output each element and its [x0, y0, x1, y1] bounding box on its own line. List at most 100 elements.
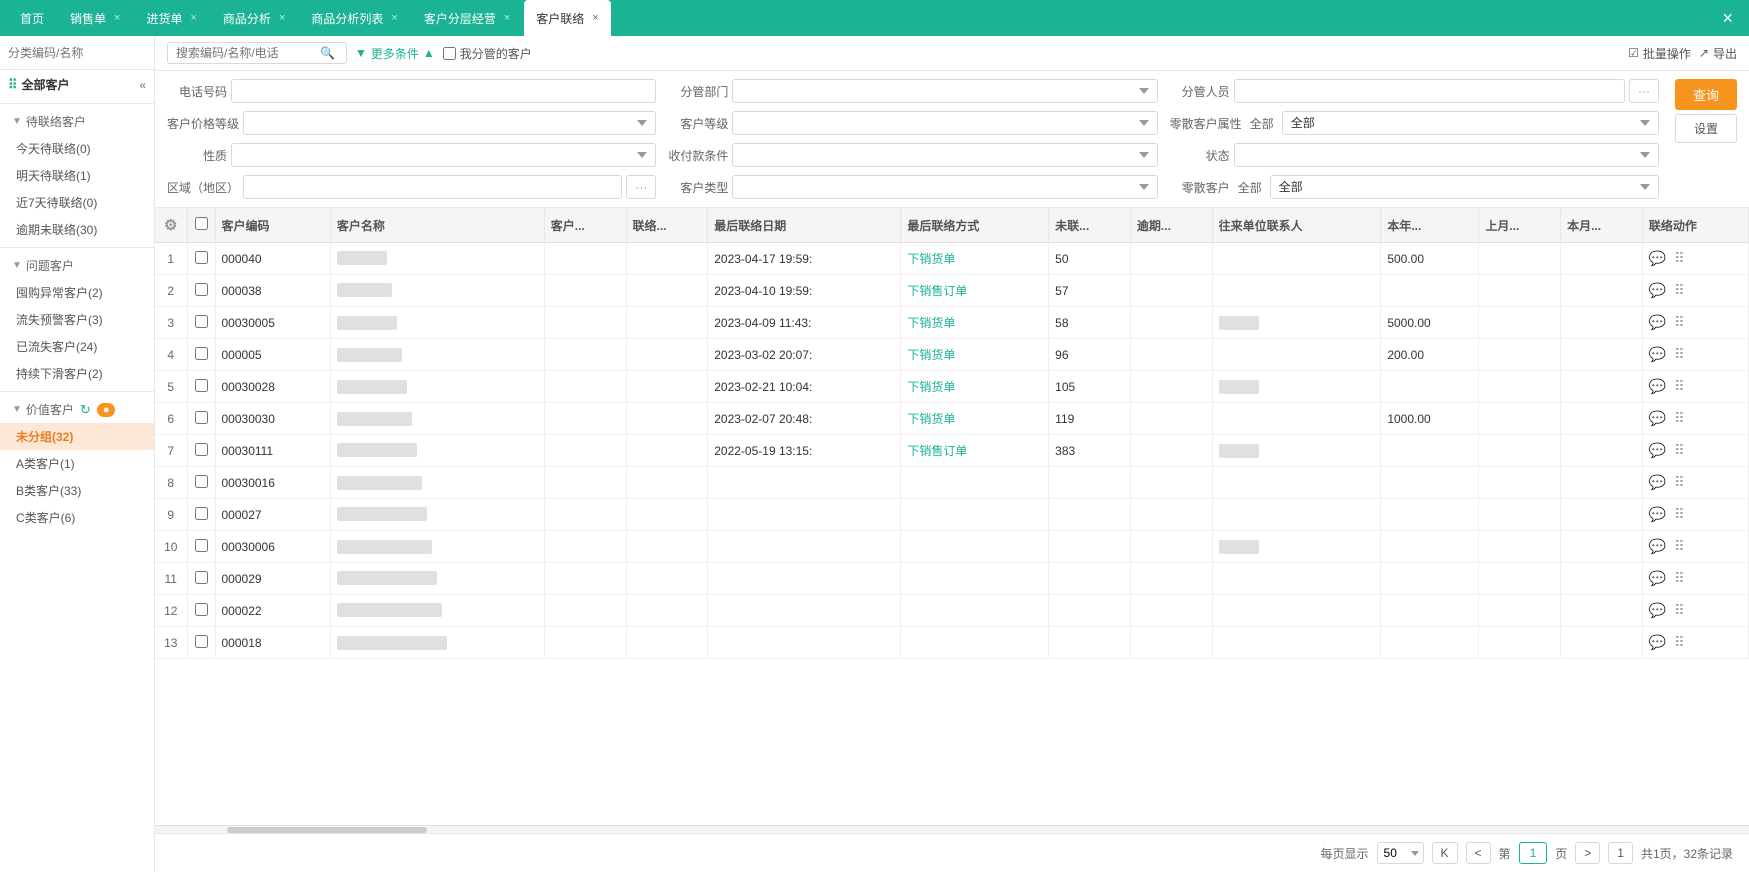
prev-page-btn[interactable]: <: [1466, 842, 1491, 864]
message-icon[interactable]: 💬: [1649, 538, 1666, 555]
sidebar-item-today[interactable]: 今天待联络(0): [0, 135, 154, 162]
tab-sales-close[interactable]: ×: [114, 12, 120, 24]
sidebar-item-overdue[interactable]: 逾期未联络(30): [0, 216, 154, 243]
horizontal-scrollbar[interactable]: [227, 827, 427, 833]
filter-manager-input[interactable]: [1234, 79, 1625, 103]
next-page-btn[interactable]: >: [1575, 842, 1600, 864]
grid-action-icon[interactable]: ⠿: [1674, 506, 1684, 523]
message-icon[interactable]: 💬: [1649, 474, 1666, 491]
cell-checkbox[interactable]: [187, 339, 215, 371]
tab-product-analysis[interactable]: 商品分析 ×: [211, 0, 297, 36]
tab-product-analysis-list[interactable]: 商品分析列表 ×: [299, 0, 409, 36]
message-icon[interactable]: 💬: [1649, 250, 1666, 267]
message-icon[interactable]: 💬: [1649, 570, 1666, 587]
sidebar-group-waiting[interactable]: ▼ 待联络客户: [0, 108, 154, 135]
search-input[interactable]: [176, 46, 316, 60]
sidebar-item-abnormal[interactable]: 囤购异常客户(2): [0, 279, 154, 306]
all-customers-header[interactable]: ⠿ 全部客户 «: [0, 70, 154, 99]
more-filters-btn[interactable]: ▼ 更多条件 ▲: [355, 45, 435, 62]
sidebar-item-lost[interactable]: 已流失客户(24): [0, 333, 154, 360]
filter-payment-select[interactable]: [732, 143, 1157, 167]
last-contact-method-link[interactable]: 下销货单: [907, 412, 955, 426]
sidebar-item-unclassified[interactable]: 未分组(32): [0, 423, 154, 450]
message-icon[interactable]: 💬: [1649, 346, 1666, 363]
select-all-checkbox[interactable]: [195, 217, 208, 230]
col-settings[interactable]: ⚙: [155, 208, 187, 243]
cell-checkbox[interactable]: [187, 595, 215, 627]
reset-button[interactable]: 设置: [1675, 114, 1737, 143]
message-icon[interactable]: 💬: [1649, 506, 1666, 523]
grid-action-icon[interactable]: ⠿: [1674, 314, 1684, 331]
sidebar-item-group-b[interactable]: B类客户(33): [0, 477, 154, 504]
cell-checkbox[interactable]: [187, 563, 215, 595]
row-checkbox[interactable]: [195, 635, 208, 648]
refresh-icon[interactable]: ↻: [80, 402, 91, 418]
row-checkbox[interactable]: [195, 347, 208, 360]
sidebar-item-7days[interactable]: 近7天待联络(0): [0, 189, 154, 216]
last-contact-method-link[interactable]: 下销货单: [907, 316, 955, 330]
row-checkbox[interactable]: [195, 283, 208, 296]
message-icon[interactable]: 💬: [1649, 378, 1666, 395]
row-checkbox[interactable]: [195, 539, 208, 552]
tab-customer-contact[interactable]: 客户联络 ×: [524, 0, 610, 36]
message-icon[interactable]: 💬: [1649, 442, 1666, 459]
message-icon[interactable]: 💬: [1649, 410, 1666, 427]
sidebar-group-problem[interactable]: ▼ 问题客户: [0, 252, 154, 279]
settings-icon[interactable]: ⚙: [164, 217, 177, 234]
query-button[interactable]: 查询: [1675, 79, 1737, 110]
tab-product-analysis-list-close[interactable]: ×: [391, 12, 397, 24]
message-icon[interactable]: 💬: [1649, 314, 1666, 331]
sidebar-search-input[interactable]: [8, 46, 155, 60]
sidebar-item-declining[interactable]: 持续下滑客户(2): [0, 360, 154, 387]
tab-customer-segment-close[interactable]: ×: [504, 12, 510, 24]
col-checkbox-header[interactable]: [187, 208, 215, 243]
sidebar-item-churn-risk[interactable]: 流失预警客户(3): [0, 306, 154, 333]
row-checkbox[interactable]: [195, 251, 208, 264]
filter-status-select[interactable]: [1234, 143, 1659, 167]
filter-nature-select[interactable]: [231, 143, 656, 167]
first-page-btn[interactable]: K: [1432, 842, 1458, 864]
last-contact-method-link[interactable]: 下销货单: [907, 252, 955, 266]
grid-action-icon[interactable]: ⠿: [1674, 602, 1684, 619]
per-page-select[interactable]: 50 100: [1377, 842, 1424, 864]
row-checkbox[interactable]: [195, 603, 208, 616]
tab-sales[interactable]: 销售单 ×: [58, 0, 132, 36]
cell-checkbox[interactable]: [187, 371, 215, 403]
close-all-tabs[interactable]: ×: [1714, 8, 1741, 29]
message-icon[interactable]: 💬: [1649, 602, 1666, 619]
grid-action-icon[interactable]: ⠿: [1674, 282, 1684, 299]
grid-action-icon[interactable]: ⠿: [1674, 250, 1684, 267]
message-icon[interactable]: 💬: [1649, 282, 1666, 299]
last-page-btn[interactable]: 1: [1608, 842, 1633, 864]
filter-phone-input[interactable]: [231, 79, 656, 103]
export-btn[interactable]: ↗ 导出: [1699, 45, 1737, 62]
filter-customer-level-select[interactable]: [732, 111, 1157, 135]
batch-op-btn[interactable]: ☑ 批量操作: [1628, 45, 1691, 62]
cell-checkbox[interactable]: [187, 243, 215, 275]
tab-purchase[interactable]: 进货单 ×: [134, 0, 208, 36]
my-customers-checkbox[interactable]: [443, 47, 456, 60]
tab-customer-contact-close[interactable]: ×: [592, 12, 598, 24]
tab-customer-segment[interactable]: 客户分层经营 ×: [412, 0, 522, 36]
cell-checkbox[interactable]: [187, 499, 215, 531]
sidebar-item-tomorrow[interactable]: 明天待联络(1): [0, 162, 154, 189]
filter-retail-attr-select[interactable]: 全部: [1282, 111, 1659, 135]
sidebar-collapse-icon[interactable]: «: [139, 78, 146, 92]
tab-home[interactable]: 首页: [8, 0, 56, 36]
row-checkbox[interactable]: [195, 475, 208, 488]
sidebar-item-group-c[interactable]: C类客户(6): [0, 504, 154, 531]
filter-dept-select[interactable]: [732, 79, 1157, 103]
filter-manager-ellipsis[interactable]: ···: [1629, 79, 1659, 103]
grid-action-icon[interactable]: ⠿: [1674, 378, 1684, 395]
row-checkbox[interactable]: [195, 411, 208, 424]
filter-region-input[interactable]: [243, 175, 622, 199]
search-icon[interactable]: 🔍: [320, 46, 335, 60]
grid-action-icon[interactable]: ⠿: [1674, 346, 1684, 363]
row-checkbox[interactable]: [195, 443, 208, 456]
filter-customer-type-select[interactable]: [732, 175, 1157, 199]
last-contact-method-link[interactable]: 下销售订单: [907, 444, 967, 458]
row-checkbox[interactable]: [195, 379, 208, 392]
grid-action-icon[interactable]: ⠿: [1674, 538, 1684, 555]
row-checkbox[interactable]: [195, 571, 208, 584]
filter-price-level-select[interactable]: [243, 111, 656, 135]
